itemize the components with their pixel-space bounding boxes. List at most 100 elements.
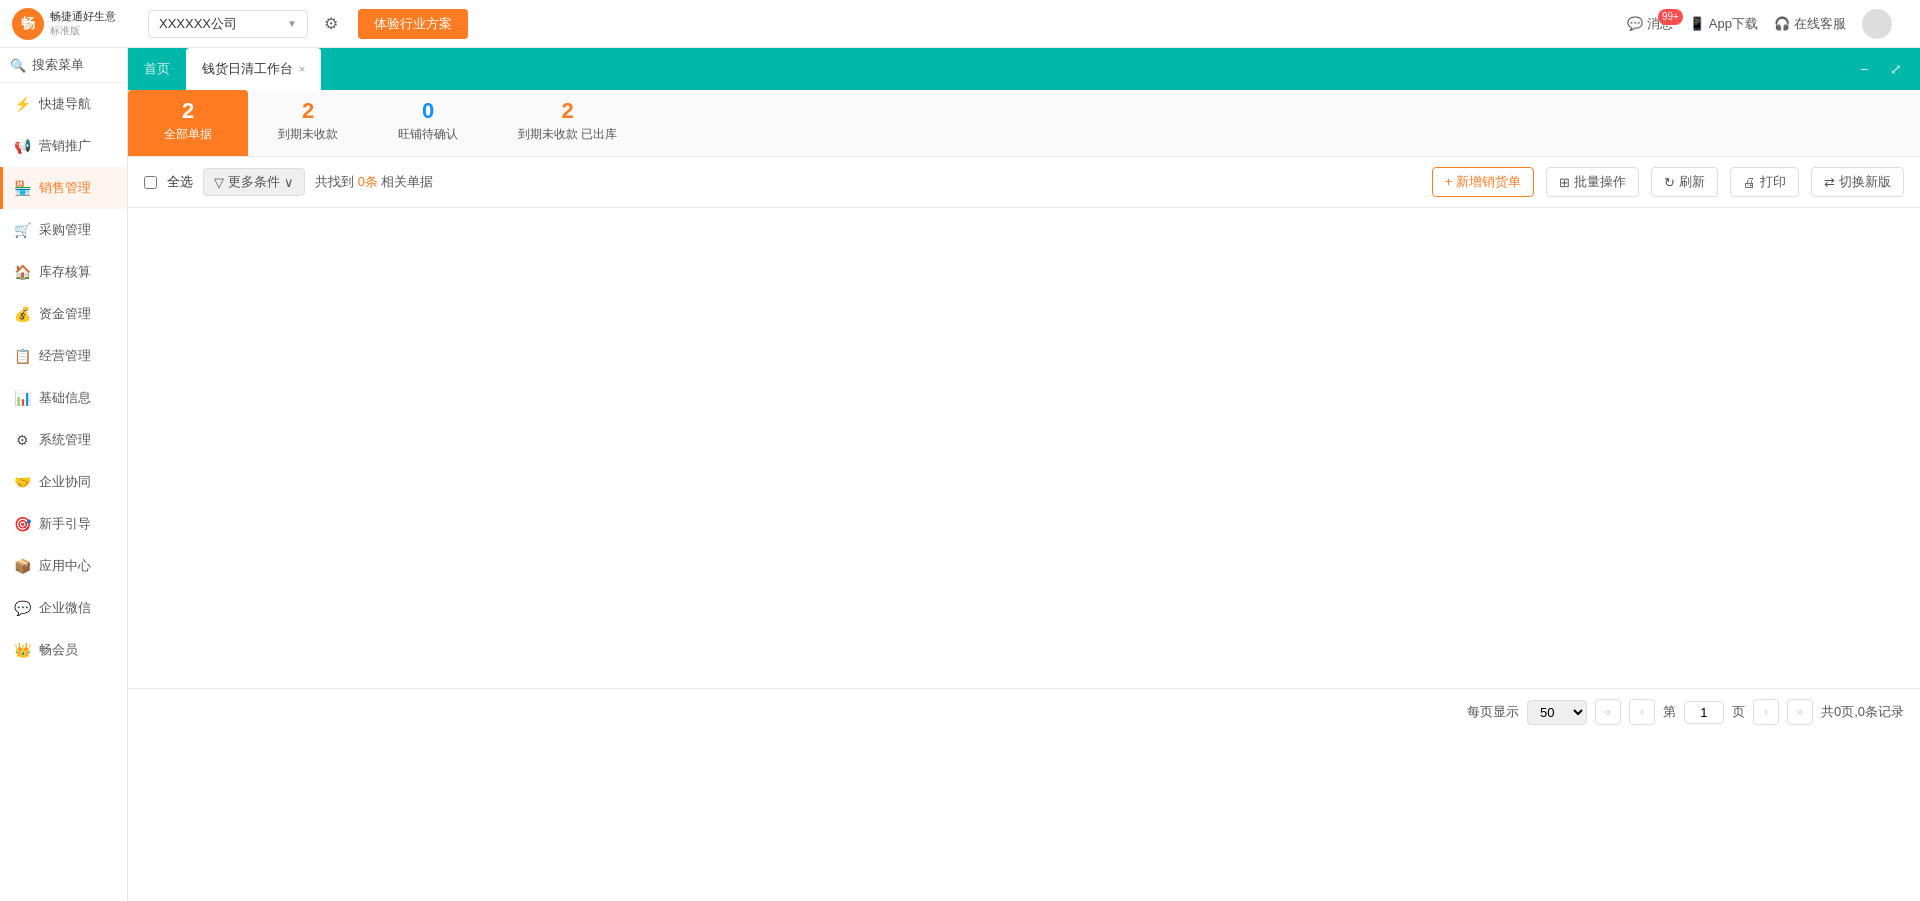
sidebar-item-quick-nav[interactable]: ⚡ 快捷导航 <box>0 83 127 125</box>
guide-icon: 🎯 <box>13 516 31 532</box>
system-icon: ⚙ <box>13 432 31 448</box>
tab-worktable[interactable]: 钱货日清工作台 × <box>186 48 321 90</box>
inventory-icon: 🏠 <box>13 264 31 280</box>
sidebar-label-apps: 应用中心 <box>39 557 91 575</box>
tab-home-label: 首页 <box>144 60 170 78</box>
sidebar-item-apps[interactable]: 📦 应用中心 <box>0 545 127 587</box>
tab-maximize-icon[interactable]: ⤢ <box>1884 57 1908 81</box>
switch-version-btn[interactable]: ⇄ 切换新版 <box>1811 167 1904 197</box>
tab-controls: − ⤢ <box>1852 57 1920 81</box>
search-icon: 🔍 <box>10 58 26 73</box>
logo-title: 畅捷通好生意 <box>50 9 116 23</box>
tab-close-icon[interactable]: × <box>299 63 305 75</box>
stat-tab-3[interactable]: 2 到期未收款 已出库 <box>488 90 647 156</box>
toolbar-right: + 新增销货单 ⊞ 批量操作 ↻ 刷新 🖨 打印 ⇄ 切换新版 <box>1432 167 1904 197</box>
stat-num-3: 2 <box>562 100 574 122</box>
avatar[interactable] <box>1862 9 1892 39</box>
sidebar-item-system[interactable]: ⚙ 系统管理 <box>0 419 127 461</box>
batch-label: 批量操作 <box>1574 173 1626 191</box>
sidebar-label-inventory: 库存核算 <box>39 263 91 281</box>
table-area <box>128 208 1920 688</box>
stat-label-1: 到期未收款 <box>278 126 338 143</box>
tab-worktable-label: 钱货日清工作台 <box>202 60 293 78</box>
switch-icon: ⇄ <box>1824 175 1835 190</box>
switch-label: 切换新版 <box>1839 173 1891 191</box>
sidebar-item-guide[interactable]: 🎯 新手引导 <box>0 503 127 545</box>
stat-tab-1[interactable]: 2 到期未收款 <box>248 90 368 156</box>
stat-label-3: 到期未收款 已出库 <box>518 126 617 143</box>
sidebar-label-operation: 经营管理 <box>39 347 91 365</box>
sidebar-label-system: 系统管理 <box>39 431 91 449</box>
stat-tab-2[interactable]: 0旺铺待确认 <box>368 90 488 156</box>
sidebar-item-wechat[interactable]: 💬企业微信 <box>0 587 127 629</box>
refresh-btn[interactable]: ↻ 刷新 <box>1651 167 1718 197</box>
stats-bar: 2全部单据2到期未收款0旺铺待确认2到期未收款 已出库 <box>128 90 1920 157</box>
found-text: 共找到 0条 相关单据 <box>315 173 433 191</box>
stat-num-2: 0 <box>422 100 434 122</box>
online-service-label: 在线客服 <box>1794 15 1846 33</box>
sidebar-label-purchase: 采购管理 <box>39 221 91 239</box>
quick-nav-icon: ⚡ <box>13 96 31 112</box>
company-selector[interactable]: XXXXXX公司 ▼ <box>148 10 308 38</box>
settings-icon[interactable]: ⚙ <box>316 9 346 39</box>
online-service-btn[interactable]: 🎧 在线客服 <box>1774 15 1846 33</box>
page-input[interactable] <box>1684 701 1724 724</box>
batch-btn[interactable]: ⊞ 批量操作 <box>1546 167 1639 197</box>
company-name: XXXXXX公司 <box>159 15 237 33</box>
logo-icon: 畅 <box>12 8 44 40</box>
sidebar-item-member[interactable]: 👑畅会员 <box>0 629 127 671</box>
sidebar-item-finance[interactable]: 💰资金管理 <box>0 293 127 335</box>
app-download-btn[interactable]: 📱 App下载 <box>1689 15 1758 33</box>
search-label: 搜索菜单 <box>32 56 84 74</box>
stat-num-1: 2 <box>302 100 314 122</box>
last-page-btn[interactable]: » <box>1787 699 1813 725</box>
dropdown-arrow-icon: ▼ <box>287 18 297 29</box>
sidebar-item-sales[interactable]: 🏪销售管理 <box>0 167 127 209</box>
print-icon: 🖨 <box>1743 175 1756 190</box>
first-page-btn[interactable]: « <box>1595 699 1621 725</box>
filter-btn[interactable]: ▽ 更多条件 ∨ <box>203 168 305 196</box>
tab-minimize-icon[interactable]: − <box>1852 57 1876 81</box>
select-all-checkbox[interactable] <box>144 176 157 189</box>
per-page-select[interactable]: 50 100 200 <box>1527 700 1587 725</box>
sidebar-item-inventory[interactable]: 🏠 库存核算 <box>0 251 127 293</box>
found-suffix: 相关单据 <box>381 174 433 189</box>
total-info: 共0页,0条记录 <box>1821 703 1904 721</box>
sidebar-label-guide: 新手引导 <box>39 515 91 533</box>
sidebar-item-purchase[interactable]: 🛒采购管理 <box>0 209 127 251</box>
sidebar-label-basic: 基础信息 <box>39 389 91 407</box>
main-content: 首页 钱货日清工作台 × − ⤢ 2全部单据2到期未收款0旺铺待确认2到期未收款… <box>128 48 1920 901</box>
experience-btn[interactable]: 体验行业方案 <box>358 9 468 39</box>
logo-sub: 标准版 <box>50 24 116 38</box>
logo-area: 畅 畅捷通好生意 标准版 <box>12 8 140 40</box>
download-icon: 📱 <box>1689 16 1705 31</box>
print-btn[interactable]: 🖨 打印 <box>1730 167 1799 197</box>
search-menu[interactable]: 🔍 搜索菜单 <box>0 48 127 83</box>
operation-icon: 📋 <box>13 348 31 364</box>
message-btn[interactable]: 💬 消息 99+ <box>1627 15 1673 33</box>
apps-icon: 📦 <box>13 558 31 574</box>
message-icon: 💬 <box>1627 16 1643 31</box>
sidebar-label-marketing: 营销推广 <box>39 137 91 155</box>
page-text-suffix: 页 <box>1732 703 1745 721</box>
sidebar-item-operation[interactable]: 📋 经营管理 <box>0 335 127 377</box>
sales-icon: 🏪 <box>13 180 31 196</box>
per-page-label: 每页显示 <box>1467 703 1519 721</box>
page-text-prefix: 第 <box>1663 703 1676 721</box>
app-download-label: App下载 <box>1709 15 1758 33</box>
top-header: 畅 畅捷通好生意 标准版 XXXXXX公司 ▼ ⚙ 体验行业方案 💬 消息 99… <box>0 0 1920 48</box>
prev-page-btn[interactable]: ‹ <box>1629 699 1655 725</box>
add-sale-btn[interactable]: + 新增销货单 <box>1432 167 1534 197</box>
next-page-btn[interactable]: › <box>1753 699 1779 725</box>
sidebar-label-wechat: 企业微信 <box>39 599 91 617</box>
stat-num-0: 2 <box>182 100 194 122</box>
refresh-icon: ↻ <box>1664 175 1675 190</box>
sidebar-item-cooperation[interactable]: 🤝企业协同 <box>0 461 127 503</box>
stat-tab-0[interactable]: 2全部单据 <box>128 90 248 156</box>
sidebar-item-marketing[interactable]: 📢营销推广 <box>0 125 127 167</box>
finance-icon: 💰 <box>13 306 31 322</box>
sidebar-label-quick-nav: 快捷导航 <box>39 95 91 113</box>
filter-icon: ▽ <box>214 175 224 190</box>
sidebar-item-basic[interactable]: 📊基础信息 <box>0 377 127 419</box>
tab-home[interactable]: 首页 <box>128 48 186 90</box>
